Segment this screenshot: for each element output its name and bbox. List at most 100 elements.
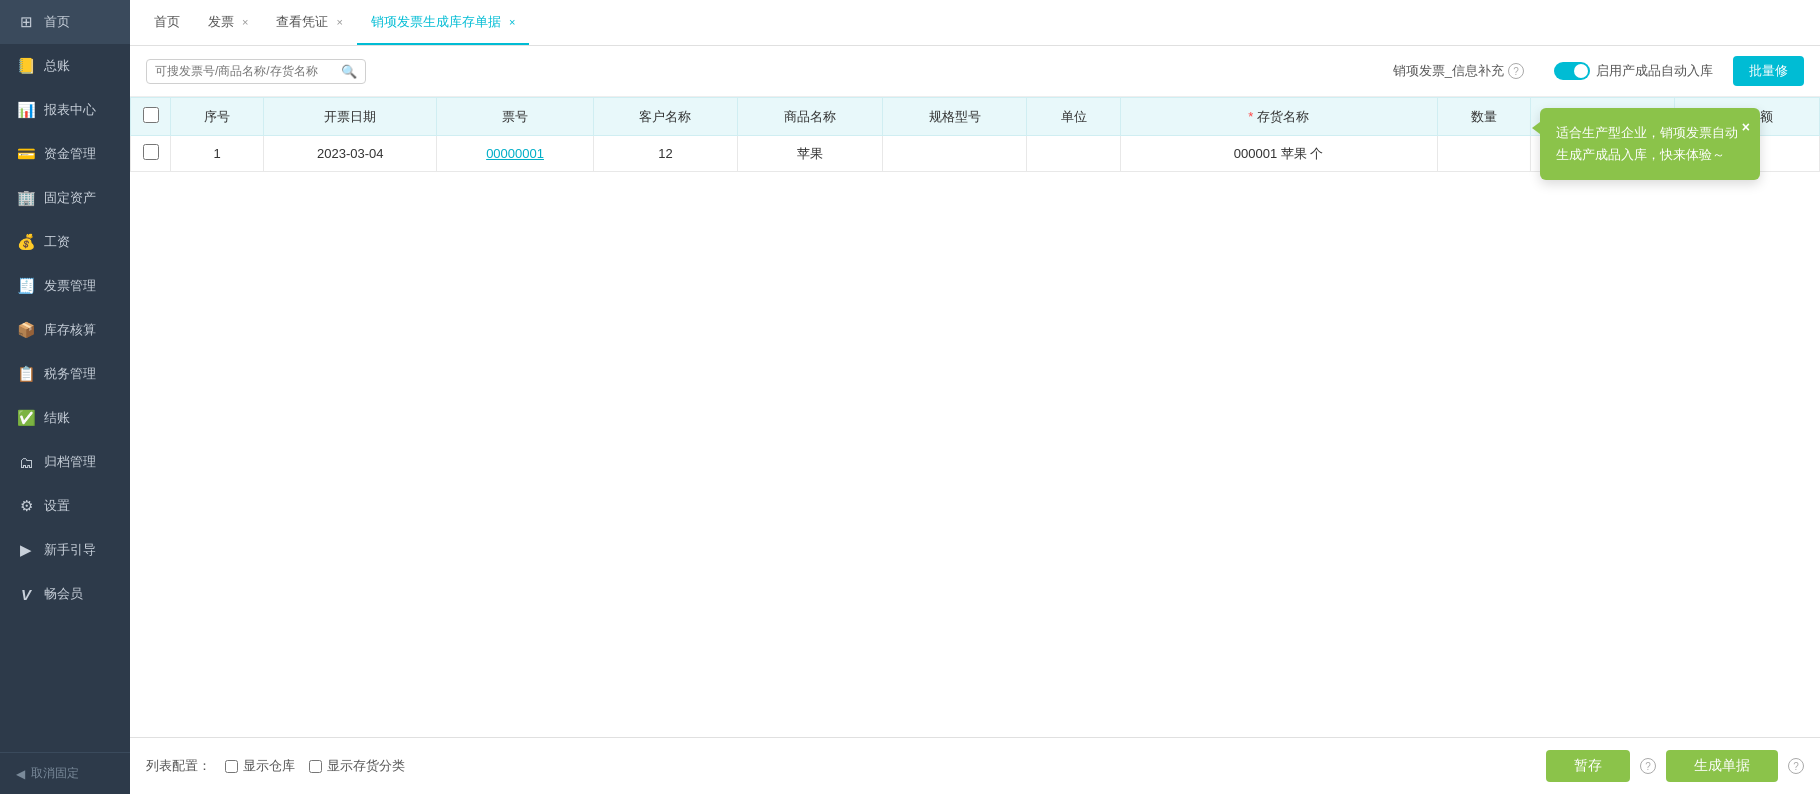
- sidebar-item-vip[interactable]: V 畅会员: [0, 572, 130, 616]
- report-icon: 📊: [16, 101, 36, 119]
- show-warehouse-checkbox-group[interactable]: 显示仓库: [225, 757, 295, 775]
- show-category-label: 显示存货分类: [327, 757, 405, 775]
- sidebar-item-label: 报表中心: [44, 101, 96, 119]
- funds-icon: 💳: [16, 145, 36, 163]
- sidebar-item-label: 新手引导: [44, 541, 96, 559]
- generate-info-icon[interactable]: ?: [1788, 758, 1804, 774]
- sidebar: ⊞ 首页 📒 总账 📊 报表中心 💳 资金管理 🏢 固定资产 💰 工资 🧾 发票…: [0, 0, 130, 794]
- sidebar-item-report[interactable]: 📊 报表中心: [0, 88, 130, 132]
- sidebar-item-label: 固定资产: [44, 189, 96, 207]
- select-all-checkbox[interactable]: [143, 107, 159, 123]
- tooltip-text: 适合生产型企业，销项发票自动生成产成品入库，快来体验～: [1556, 125, 1738, 162]
- table-container: 序号 开票日期 票号 客户名称 商品名称 规格型号 单位 * 存货名称 数量 销…: [130, 97, 1820, 737]
- sidebar-item-label: 库存核算: [44, 321, 96, 339]
- tab-voucher[interactable]: 查看凭证 ×: [262, 0, 356, 45]
- guide-icon: ▶: [16, 541, 36, 559]
- row-stock: 000001 苹果 个: [1120, 136, 1437, 172]
- generate-button[interactable]: 生成单据: [1666, 750, 1778, 782]
- cancel-fixed-btn[interactable]: ◀ 取消固定: [0, 752, 130, 794]
- th-number: 票号: [437, 98, 593, 136]
- th-quantity: 数量: [1437, 98, 1530, 136]
- tax-icon: 📋: [16, 365, 36, 383]
- list-config-label: 列表配置：: [146, 757, 211, 775]
- sidebar-item-settings[interactable]: ⚙ 设置: [0, 484, 130, 528]
- home-icon: ⊞: [16, 13, 36, 31]
- th-unit: 单位: [1027, 98, 1120, 136]
- row-date: 2023-03-04: [264, 136, 437, 172]
- search-box[interactable]: 🔍: [146, 59, 366, 84]
- th-customer: 客户名称: [593, 98, 738, 136]
- salary-icon: 💰: [16, 233, 36, 251]
- auto-warehouse-toggle[interactable]: [1554, 62, 1590, 80]
- sidebar-item-archive[interactable]: 🗂 归档管理: [0, 440, 130, 484]
- sidebar-item-label: 税务管理: [44, 365, 96, 383]
- info-icon[interactable]: ?: [1508, 63, 1524, 79]
- batch-button[interactable]: 批量修: [1733, 56, 1804, 86]
- sidebar-item-inventory[interactable]: 📦 库存核算: [0, 308, 130, 352]
- settings-icon: ⚙: [16, 497, 36, 515]
- row-checkbox[interactable]: [143, 144, 159, 160]
- invoice-number-link[interactable]: 00000001: [486, 146, 544, 161]
- sidebar-item-salary[interactable]: 💰 工资: [0, 220, 130, 264]
- sidebar-item-label: 总账: [44, 57, 70, 75]
- tab-invoice[interactable]: 发票 ×: [194, 0, 262, 45]
- sidebar-item-funds[interactable]: 💳 资金管理: [0, 132, 130, 176]
- tab-stock[interactable]: 销项发票生成库存单据 ×: [357, 0, 529, 45]
- sidebar-item-assets[interactable]: 🏢 固定资产: [0, 176, 130, 220]
- tab-bar: 首页 发票 × 查看凭证 × 销项发票生成库存单据 ×: [130, 0, 1820, 46]
- tooltip-popup: × 适合生产型企业，销项发票自动生成产成品入库，快来体验～: [1540, 108, 1760, 180]
- th-date: 开票日期: [264, 98, 437, 136]
- invoice-mgmt-icon: 🧾: [16, 277, 36, 295]
- main-area: 首页 发票 × 查看凭证 × 销项发票生成库存单据 × 🔍 销项发票_信息补充 …: [130, 0, 1820, 794]
- tab-voucher-label: 查看凭证: [276, 13, 328, 31]
- row-checkbox-cell: [131, 136, 171, 172]
- show-warehouse-checkbox[interactable]: [225, 760, 238, 773]
- row-unit: [1027, 136, 1120, 172]
- tab-voucher-close[interactable]: ×: [336, 16, 342, 28]
- vip-icon: V: [16, 586, 36, 603]
- show-category-checkbox[interactable]: [309, 760, 322, 773]
- th-goods: 商品名称: [738, 98, 883, 136]
- sidebar-item-tax[interactable]: 📋 税务管理: [0, 352, 130, 396]
- sidebar-item-invoice-mgmt[interactable]: 🧾 发票管理: [0, 264, 130, 308]
- tooltip-close-btn[interactable]: ×: [1742, 116, 1750, 140]
- show-category-checkbox-group[interactable]: 显示存货分类: [309, 757, 405, 775]
- settle-icon: ✅: [16, 409, 36, 427]
- inventory-icon: 📦: [16, 321, 36, 339]
- sidebar-item-label: 工资: [44, 233, 70, 251]
- sidebar-item-label: 资金管理: [44, 145, 96, 163]
- th-stock: * 存货名称: [1120, 98, 1437, 136]
- show-warehouse-label: 显示仓库: [243, 757, 295, 775]
- sidebar-item-ledger[interactable]: 📒 总账: [0, 44, 130, 88]
- sidebar-item-label: 畅会员: [44, 585, 83, 603]
- row-goods: 苹果: [738, 136, 883, 172]
- row-seq: 1: [171, 136, 264, 172]
- cancel-fixed-icon: ◀: [16, 767, 25, 781]
- save-info-icon[interactable]: ?: [1640, 758, 1656, 774]
- save-button[interactable]: 暂存: [1546, 750, 1630, 782]
- sidebar-item-label: 归档管理: [44, 453, 96, 471]
- bottom-bar: 列表配置： 显示仓库 显示存货分类 暂存 ? 生成单据 ?: [130, 737, 1820, 794]
- toolbar: 🔍 销项发票_信息补充 ? 启用产成品自动入库 批量修: [130, 46, 1820, 97]
- bottom-actions: 暂存 ? 生成单据 ?: [1546, 750, 1804, 782]
- search-icon: 🔍: [341, 64, 357, 79]
- tab-stock-close[interactable]: ×: [509, 16, 515, 28]
- tab-invoice-close[interactable]: ×: [242, 16, 248, 28]
- sidebar-item-home[interactable]: ⊞ 首页: [0, 0, 130, 44]
- search-input[interactable]: [155, 64, 341, 78]
- th-spec: 规格型号: [882, 98, 1027, 136]
- row-number: 00000001: [437, 136, 593, 172]
- sidebar-item-settle[interactable]: ✅ 结账: [0, 396, 130, 440]
- toolbar-info: 销项发票_信息补充 ?: [1393, 62, 1524, 80]
- row-customer: 12: [593, 136, 738, 172]
- tab-stock-label: 销项发票生成库存单据: [371, 13, 501, 31]
- archive-icon: 🗂: [16, 454, 36, 471]
- sidebar-item-label: 结账: [44, 409, 70, 427]
- ledger-icon: 📒: [16, 57, 36, 75]
- info-text: 销项发票_信息补充: [1393, 62, 1504, 80]
- sidebar-item-label: 发票管理: [44, 277, 96, 295]
- toggle-label: 启用产成品自动入库: [1596, 62, 1713, 80]
- sidebar-item-label: 首页: [44, 13, 70, 31]
- sidebar-item-guide[interactable]: ▶ 新手引导: [0, 528, 130, 572]
- tab-home[interactable]: 首页: [140, 0, 194, 45]
